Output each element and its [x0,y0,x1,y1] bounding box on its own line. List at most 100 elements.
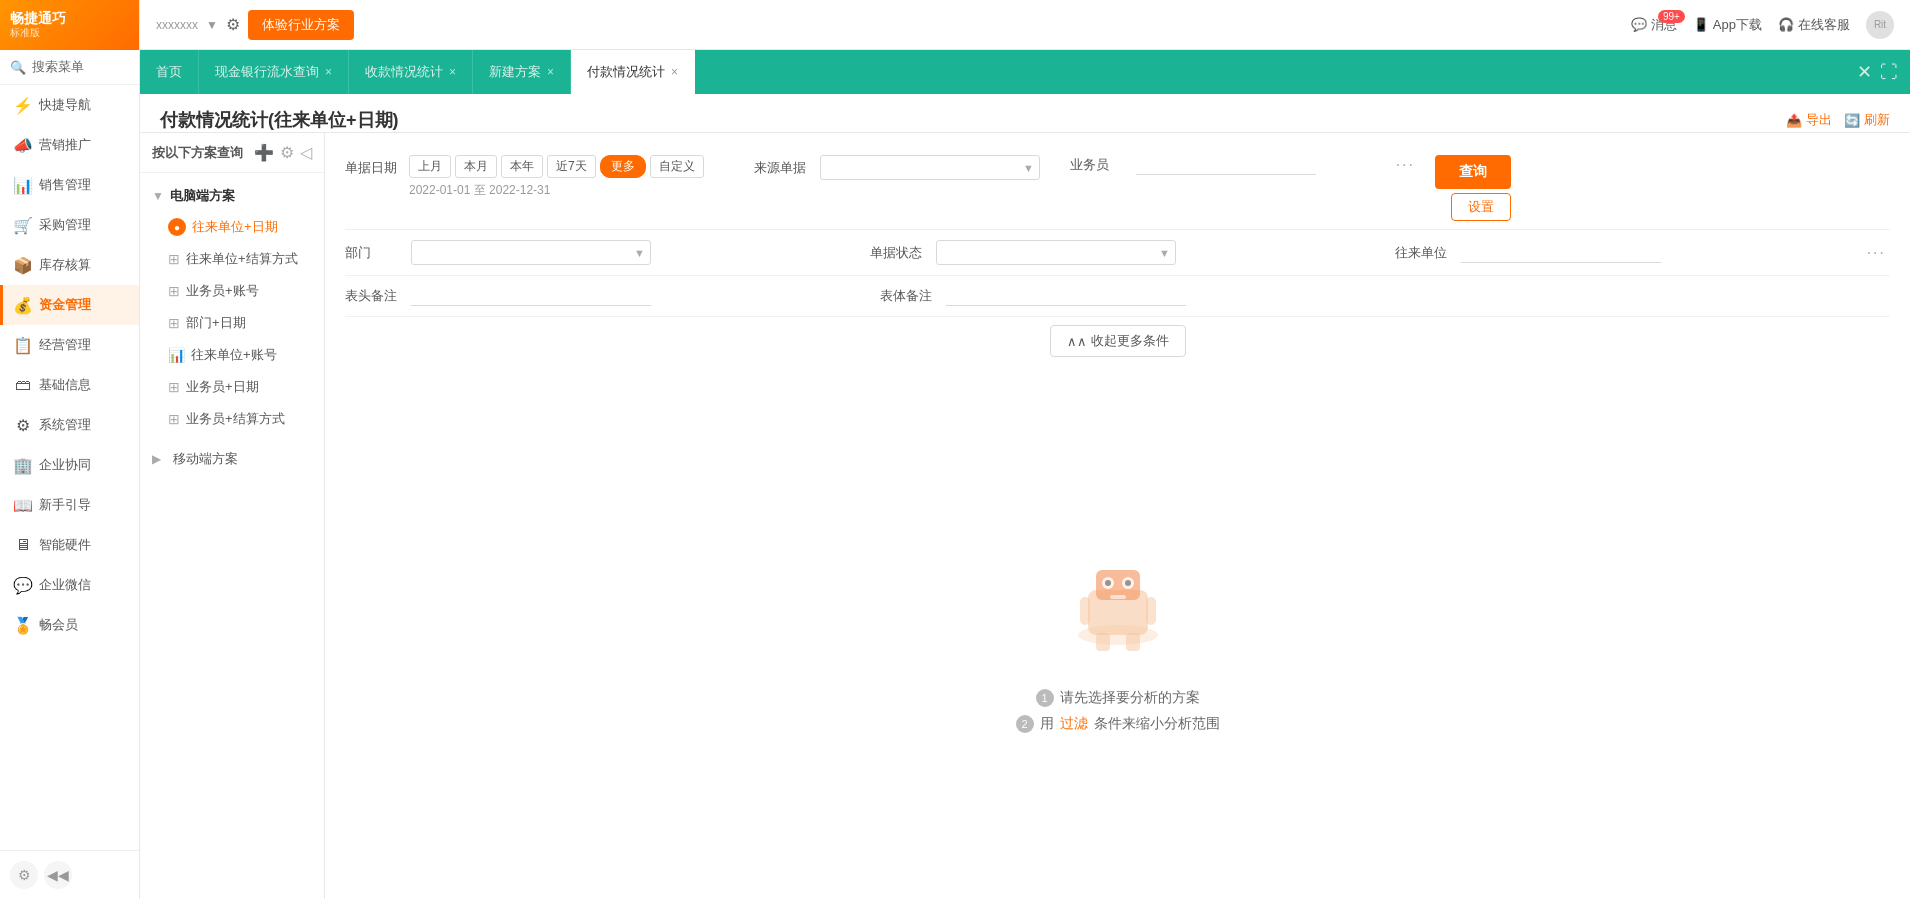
online-service-btn[interactable]: 🎧 在线客服 [1778,16,1850,34]
app-download-icon: 📱 [1693,17,1709,32]
tab-new-scheme-close[interactable]: × [547,65,554,79]
hardware-icon: 🖥 [13,535,33,555]
scheme-active-dot: ● [168,218,186,236]
sidebar-item-label: 经营管理 [39,336,91,354]
tabbar-spacer [695,50,1845,94]
scheme-item-counterpart-settlement[interactable]: ⊞ 往来单位+结算方式 [140,243,324,275]
desktop-scheme-group-header[interactable]: ▼ 电脑端方案 [140,181,324,211]
main-content: 单据日期 上月 本月 本年 近7天 更多 自定义 20 [325,133,1910,899]
scheme-item-salesperson-settlement[interactable]: ⊞ 业务员+结算方式 [140,403,324,435]
tip-num-2: 2 [1016,715,1034,733]
date-range-text: 2022-01-01 至 2022-12-31 [409,182,704,199]
refresh-btn[interactable]: 🔄 刷新 [1844,111,1890,129]
salesperson-label: 业务员 [1070,156,1130,174]
scheme-item-salesperson-account[interactable]: ⊞ 业务员+账号 [140,275,324,307]
date-btn-last-month[interactable]: 上月 [409,155,451,178]
settings-footer-btn[interactable]: ⚙ [10,861,38,889]
topbar-gear-icon[interactable]: ⚙ [226,15,240,34]
wechat-icon: 💬 [13,575,33,595]
sidebar-item-operation[interactable]: 📋 经营管理 [0,325,139,365]
sidebar-item-wechat[interactable]: 💬 企业微信 [0,565,139,605]
sidebar-item-label: 营销推广 [39,136,91,154]
sidebar-item-inventory[interactable]: 📦 库存核算 [0,245,139,285]
sidebar-item-enterprise[interactable]: 🏢 企业协同 [0,445,139,485]
scheme-item-salesperson-date[interactable]: ⊞ 业务员+日期 [140,371,324,403]
export-btn[interactable]: 📤 导出 [1786,111,1832,129]
body-note-input[interactable] [946,286,1186,306]
tab-bank-flow[interactable]: 现金银行流水查询 × [199,50,349,94]
header-note-input[interactable] [411,286,651,306]
voucher-status-select[interactable] [936,240,1176,265]
settings-btn[interactable]: 设置 [1451,193,1511,221]
tab-home[interactable]: 首页 [140,50,199,94]
source-select[interactable] [820,155,1040,180]
topbar-arrow-icon: ▼ [206,18,218,32]
user-avatar[interactable]: Rit [1866,11,1894,39]
scheme-item-dept-date[interactable]: ⊞ 部门+日期 [140,307,324,339]
sidebar: 畅捷通巧 标准版 🔍 搜索菜单 ⚡ 快捷导航 📣 营销推广 📊 销售管理 🛒 采… [0,0,140,899]
body-area: 按以下方案查询 ➕ ⚙ ◁ ▼ 电脑端方案 ● 往来单位+日期 ⊞ [140,133,1910,899]
tab-collection-close[interactable]: × [449,65,456,79]
scheme-item-counterpart-account[interactable]: 📊 往来单位+账号 [140,339,324,371]
sidebar-item-label: 系统管理 [39,416,91,434]
message-badge: 99+ [1658,10,1685,23]
trial-btn[interactable]: 体验行业方案 [248,10,354,40]
mobile-scheme-group-label: 移动端方案 [173,450,238,468]
sidebar-item-label: 资金管理 [39,296,91,314]
query-btn[interactable]: 查询 [1435,155,1511,189]
collapse-more-btn[interactable]: ∧∧ 收起更多条件 [1050,325,1186,357]
empty-tip-2-suffix: 条件来缩小分析范围 [1094,715,1220,733]
sidebar-item-label: 企业微信 [39,576,91,594]
scheme-item-label: 往来单位+日期 [192,218,278,236]
tab-close-all-btn[interactable]: ✕ [1857,61,1872,83]
dept-select[interactable] [411,240,651,265]
tab-collection[interactable]: 收款情况统计 × [349,50,473,94]
tab-bank-flow-close[interactable]: × [325,65,332,79]
sidebar-item-member[interactable]: 🏅 畅会员 [0,605,139,645]
salesperson-input[interactable] [1136,155,1316,175]
tab-fullscreen-btn[interactable]: ⛶ [1880,62,1898,83]
mobile-scheme-group[interactable]: ▶ 移动端方案 [140,443,324,475]
date-btn-this-month[interactable]: 本月 [455,155,497,178]
counterpart-more-btn[interactable]: ··· [1863,244,1890,262]
date-btn-this-year[interactable]: 本年 [501,155,543,178]
date-btn-7days[interactable]: 近7天 [547,155,596,178]
counterpart-input[interactable] [1461,243,1661,263]
salesperson-more-btn[interactable]: ··· [1392,156,1419,174]
sidebar-search[interactable]: 🔍 搜索菜单 [0,50,139,85]
basic-icon: 🗃 [13,375,33,395]
dept-label: 部门 [345,244,405,262]
scheme-panel-header: 按以下方案查询 ➕ ⚙ ◁ [140,133,324,173]
tab-payment-stat-close[interactable]: × [671,65,678,79]
svg-rect-10 [1096,633,1110,651]
scheme-item-counterpart-date[interactable]: ● 往来单位+日期 [140,211,324,243]
empty-tip-2: 2 用 过滤 条件来缩小分析范围 [1016,715,1220,733]
sidebar-item-basic[interactable]: 🗃 基础信息 [0,365,139,405]
date-btn-custom[interactable]: 自定义 [650,155,704,178]
tab-new-scheme[interactable]: 新建方案 × [473,50,571,94]
tip-num-1: 1 [1036,689,1054,707]
tab-payment-stat-label: 付款情况统计 [587,63,665,81]
sidebar-item-purchase[interactable]: 🛒 采购管理 [0,205,139,245]
app-download-btn[interactable]: 📱 App下载 [1693,16,1762,34]
collapse-sidebar-btn[interactable]: ◀◀ [44,861,72,889]
service-icon: 🎧 [1778,17,1794,32]
empty-tip-2-link[interactable]: 过滤 [1060,715,1088,733]
sidebar-item-system[interactable]: ⚙ 系统管理 [0,405,139,445]
operation-icon: 📋 [13,335,33,355]
sidebar-item-finance[interactable]: 💰 资金管理 [0,285,139,325]
sidebar-item-quick-nav[interactable]: ⚡ 快捷导航 [0,85,139,125]
scheme-grid-icon: ⊞ [168,283,180,299]
sidebar-item-hardware[interactable]: 🖥 智能硬件 [0,525,139,565]
scheme-collapse-icon[interactable]: ◁ [300,143,312,162]
sidebar-item-guide[interactable]: 📖 新手引导 [0,485,139,525]
message-btn[interactable]: 💬 消息 99+ [1631,16,1677,34]
sidebar-item-label: 快捷导航 [39,96,91,114]
scheme-settings-icon[interactable]: ⚙ [280,143,294,162]
sidebar-item-marketing[interactable]: 📣 营销推广 [0,125,139,165]
tab-payment-stat[interactable]: 付款情况统计 × [571,50,695,94]
sidebar-item-sales[interactable]: 📊 销售管理 [0,165,139,205]
scheme-add-icon[interactable]: ➕ [254,143,274,162]
export-icon: 📤 [1786,113,1802,128]
date-btn-more[interactable]: 更多 [600,155,646,178]
